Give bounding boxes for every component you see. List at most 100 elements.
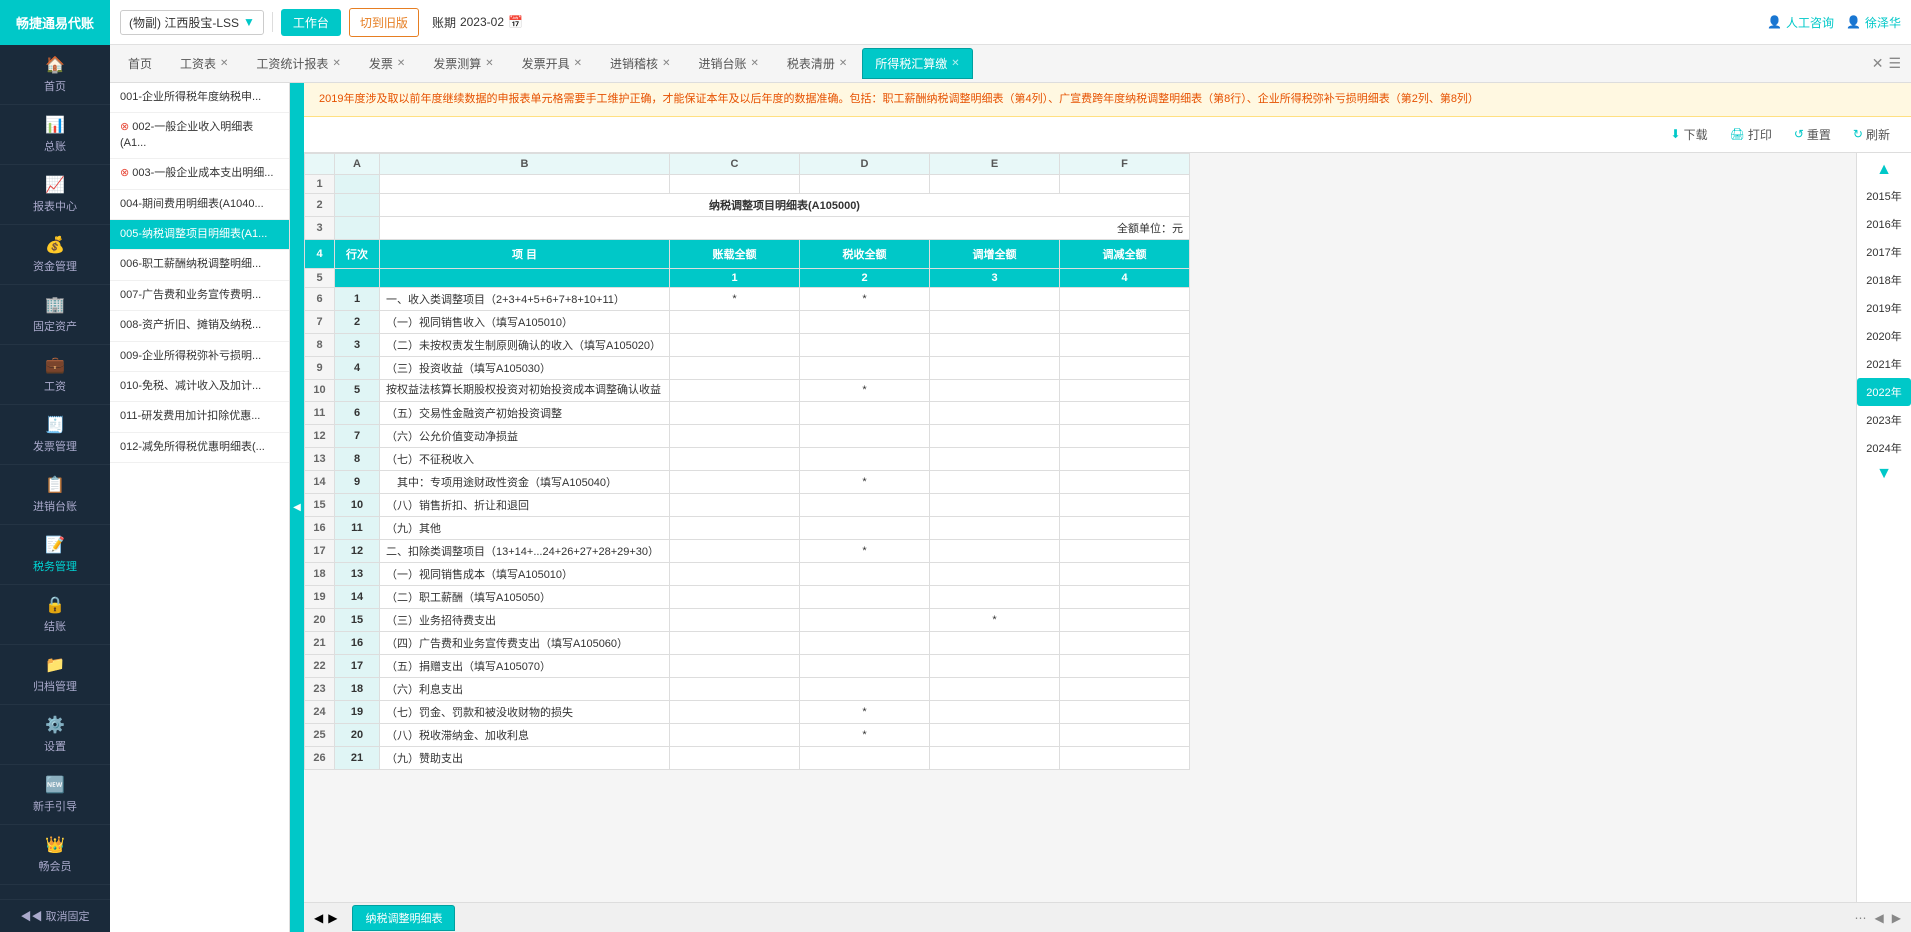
cell-d1[interactable] (800, 174, 930, 193)
cell-b10[interactable]: 按权益法核算长期股权投资对初始投资成本调整确认收益 (380, 379, 670, 401)
cell-a23[interactable]: 18 (335, 677, 380, 700)
cell-d21[interactable] (800, 631, 930, 654)
cell-d17[interactable]: * (800, 539, 930, 562)
cell-d12[interactable] (800, 424, 930, 447)
cell-d9[interactable] (800, 356, 930, 379)
cell-a15[interactable]: 10 (335, 493, 380, 516)
tab-purchase-check[interactable]: 进销稽核 ✕ (597, 48, 683, 79)
cell-e15[interactable] (930, 493, 1060, 516)
cell-e1[interactable] (930, 174, 1060, 193)
scroll-left-btn[interactable]: ◀ (1875, 911, 1884, 925)
tab-payroll-stats[interactable]: 工资统计报表 ✕ (243, 48, 353, 79)
left-panel-item-004[interactable]: 004-期间费用明细表(A1040... (110, 190, 289, 220)
cell-e19[interactable] (930, 585, 1060, 608)
cell-f24[interactable] (1060, 700, 1190, 723)
tab-payroll-close[interactable]: ✕ (220, 58, 228, 69)
cell-f22[interactable] (1060, 654, 1190, 677)
cell-a16[interactable]: 11 (335, 516, 380, 539)
cell-c15[interactable] (670, 493, 800, 516)
service-button[interactable]: 👤 人工咨询 (1767, 14, 1834, 31)
year-item-2015[interactable]: 2015年 (1857, 182, 1911, 210)
year-nav-up[interactable]: ▲ (1873, 158, 1895, 182)
cell-d25[interactable]: * (800, 723, 930, 746)
tab-tax-clear-close[interactable]: ✕ (839, 58, 847, 69)
cell-b24[interactable]: （七）罚金、罚款和被没收财物的损失 (380, 700, 670, 723)
sidebar-item-member[interactable]: 👑 畅会员 (0, 825, 110, 885)
cell-a8[interactable]: 3 (335, 333, 380, 356)
cell-f26[interactable] (1060, 746, 1190, 769)
cell-d22[interactable] (800, 654, 930, 677)
cell-e26[interactable] (930, 746, 1060, 769)
left-panel-item-012[interactable]: 012-减免所得税优惠明细表(... (110, 433, 289, 463)
cell-d19[interactable] (800, 585, 930, 608)
cell-d11[interactable] (800, 401, 930, 424)
cell-e10[interactable] (930, 379, 1060, 401)
sidebar-item-archive[interactable]: 📁 归档管理 (0, 645, 110, 705)
cell-c25[interactable] (670, 723, 800, 746)
cell-c16[interactable] (670, 516, 800, 539)
cell-c1[interactable] (670, 174, 800, 193)
cell-e6[interactable] (930, 287, 1060, 310)
cell-b7[interactable]: （一）视同销售收入（填写A105010） (380, 310, 670, 333)
cell-b15[interactable]: （八）销售折扣、折让和退回 (380, 493, 670, 516)
left-panel-item-009[interactable]: 009-企业所得税弥补亏损明... (110, 342, 289, 372)
year-item-2023[interactable]: 2023年 (1857, 406, 1911, 434)
cell-b17[interactable]: 二、扣除类调整项目（13+14+...24+26+27+28+29+30） (380, 539, 670, 562)
cell-a19[interactable]: 14 (335, 585, 380, 608)
tab-invoice-issue[interactable]: 发票开具 ✕ (509, 48, 595, 79)
cell-a17[interactable]: 12 (335, 539, 380, 562)
year-item-2020[interactable]: 2020年 (1857, 322, 1911, 350)
tab-tax-calc-close[interactable]: ✕ (951, 58, 959, 69)
cell-a12[interactable]: 7 (335, 424, 380, 447)
download-button[interactable]: ⬇ 下载 (1665, 123, 1714, 146)
cell-a22[interactable]: 17 (335, 654, 380, 677)
sidebar-item-tax[interactable]: 📝 税务管理 (0, 525, 110, 585)
left-panel-item-006[interactable]: 006-职工薪酬纳税调整明细... (110, 250, 289, 280)
cell-f6[interactable] (1060, 287, 1190, 310)
cell-a20[interactable]: 15 (335, 608, 380, 631)
tab-invoice-close[interactable]: ✕ (397, 58, 405, 69)
bottom-tab-main[interactable]: 纳税调整明细表 (352, 905, 455, 931)
cell-a11[interactable]: 6 (335, 401, 380, 424)
cell-b9[interactable]: （三）投资收益（填写A105030） (380, 356, 670, 379)
cell-f9[interactable] (1060, 356, 1190, 379)
scroll-right-btn[interactable]: ▶ (1892, 911, 1901, 925)
cell-d14[interactable]: * (800, 470, 930, 493)
cell-c12[interactable] (670, 424, 800, 447)
cell-e17[interactable] (930, 539, 1060, 562)
cell-b26[interactable]: （九）赞助支出 (380, 746, 670, 769)
cell-c20[interactable] (670, 608, 800, 631)
cell-d23[interactable] (800, 677, 930, 700)
sidebar-item-closing[interactable]: 🔒 结账 (0, 585, 110, 645)
left-panel-item-007[interactable]: 007-广告费和业务宣传费明... (110, 281, 289, 311)
year-item-2019[interactable]: 2019年 (1857, 294, 1911, 322)
cell-d24[interactable]: * (800, 700, 930, 723)
sidebar-item-payroll[interactable]: 💼 工资 (0, 345, 110, 405)
year-item-2024[interactable]: 2024年 (1857, 434, 1911, 462)
cell-b16[interactable]: （九）其他 (380, 516, 670, 539)
cell-c22[interactable] (670, 654, 800, 677)
sidebar-item-reports[interactable]: 📈 报表中心 (0, 165, 110, 225)
sheet-next-icon[interactable]: ▶ (328, 911, 337, 925)
cell-e18[interactable] (930, 562, 1060, 585)
tab-invoice-calc-close[interactable]: ✕ (485, 58, 493, 69)
old-version-button[interactable]: 切到旧版 (349, 8, 419, 37)
cell-a6[interactable]: 1 (335, 287, 380, 310)
tab-invoice-calc[interactable]: 发票测算 ✕ (420, 48, 506, 79)
sidebar-item-purchase[interactable]: 📋 进销台账 (0, 465, 110, 525)
cell-a1[interactable] (335, 174, 380, 193)
cell-c24[interactable] (670, 700, 800, 723)
cell-f19[interactable] (1060, 585, 1190, 608)
sidebar-item-home[interactable]: 🏠 首页 (0, 45, 110, 105)
cell-c9[interactable] (670, 356, 800, 379)
left-panel-item-002[interactable]: ⊗002-一般企业收入明细表(A1... (110, 113, 289, 159)
cell-d6[interactable]: * (800, 287, 930, 310)
cell-b20[interactable]: （三）业务招待费支出 (380, 608, 670, 631)
cell-a21[interactable]: 16 (335, 631, 380, 654)
reset-button[interactable]: ↺ 重置 (1788, 123, 1837, 146)
spreadsheet-scroll[interactable]: A B C D E F 1 (304, 153, 1856, 903)
cell-b11[interactable]: （五）交易性金融资产初始投资调整 (380, 401, 670, 424)
tab-tax-clear[interactable]: 税表清册 ✕ (774, 48, 860, 79)
cell-c17[interactable] (670, 539, 800, 562)
sidebar-item-settings[interactable]: ⚙️ 设置 (0, 705, 110, 765)
